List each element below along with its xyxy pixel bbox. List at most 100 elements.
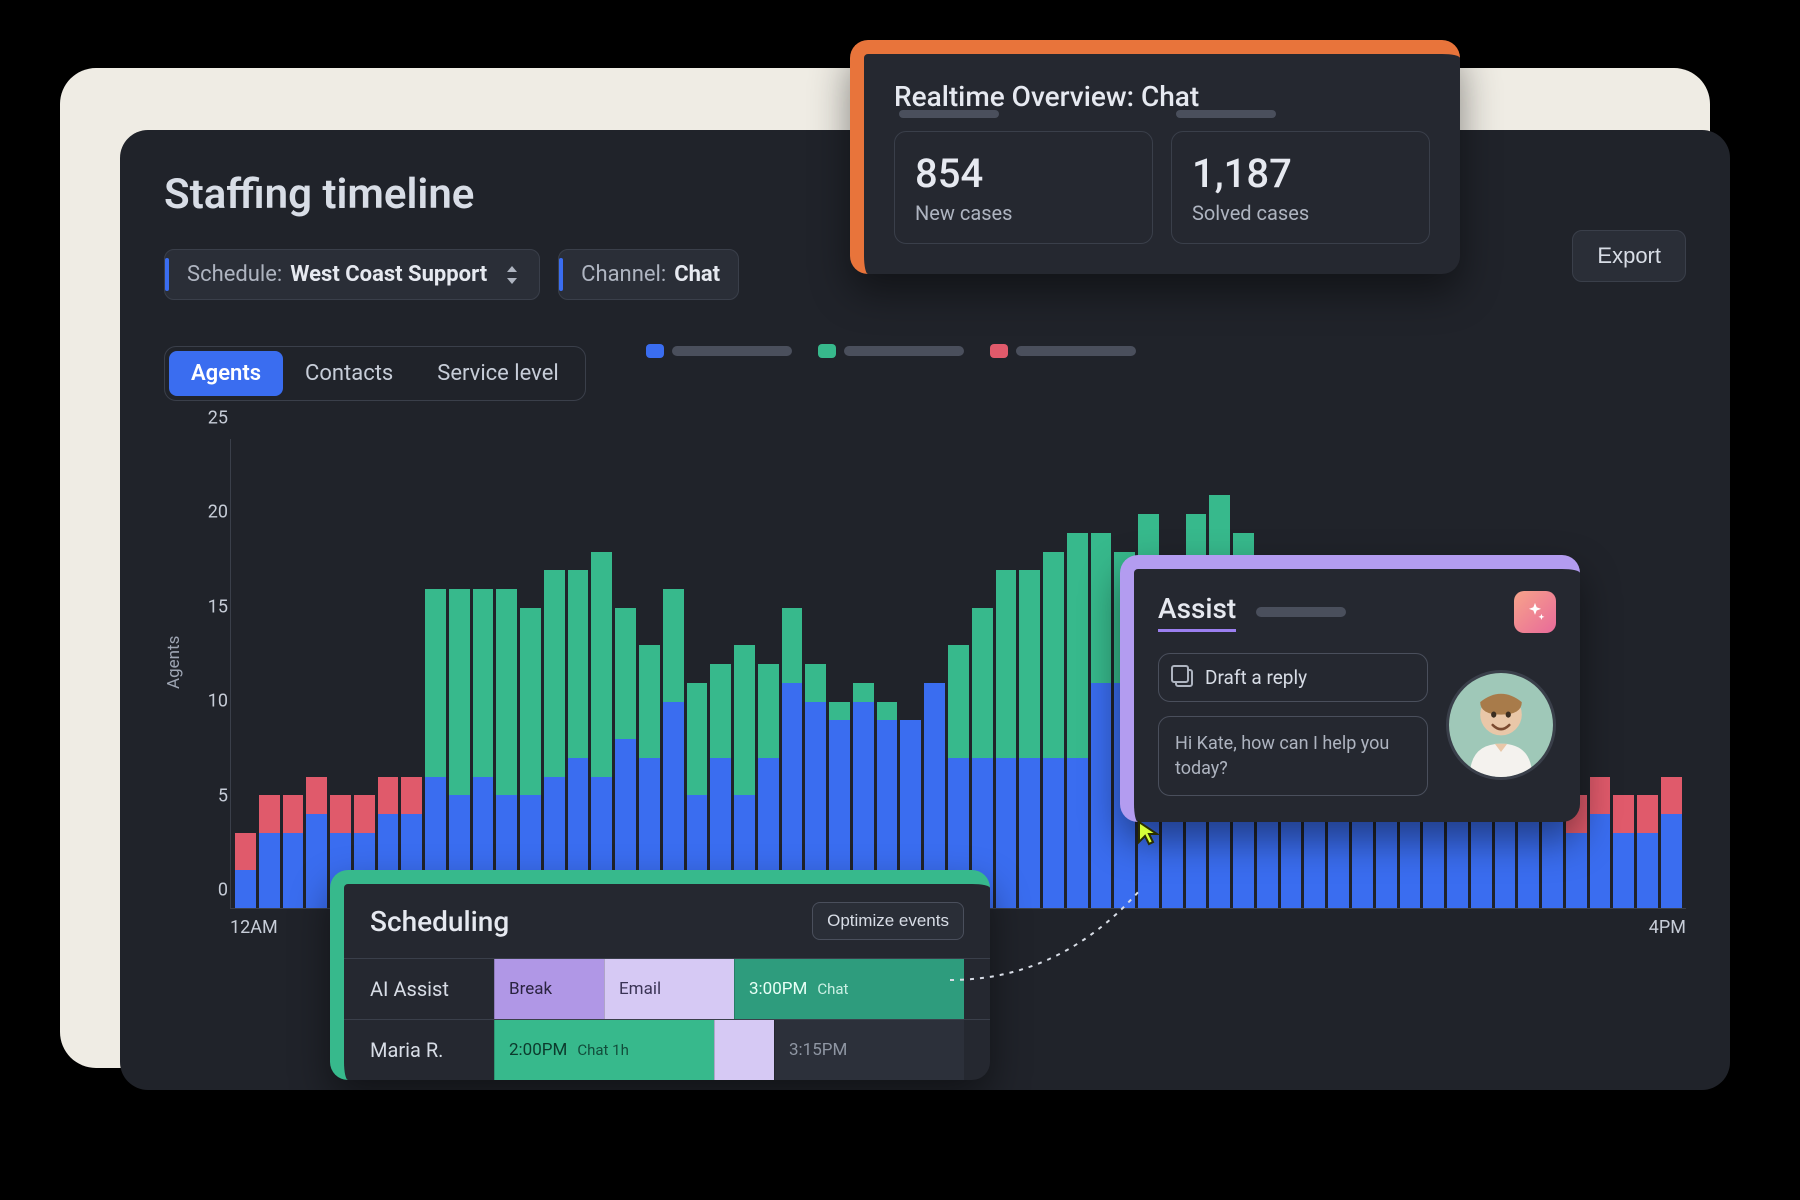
bar-segment-blue: [1590, 814, 1611, 908]
bar-segment-red: [401, 777, 422, 815]
agent-name: AI Assist: [344, 959, 494, 1019]
skeleton-bar: [1176, 110, 1276, 118]
y-tick: 0: [218, 880, 228, 901]
y-tick: 5: [218, 785, 228, 806]
bar-segment-green: [687, 683, 708, 796]
bar-segment-red: [378, 777, 399, 815]
bar-segment-green: [663, 589, 684, 702]
bar-column: [877, 439, 898, 908]
bar-column: [354, 439, 375, 908]
bar-segment-red: [235, 833, 256, 871]
bar-segment-red: [306, 777, 327, 815]
x-tick: 4PM: [1649, 917, 1686, 938]
view-tabs: Agents Contacts Service level: [164, 346, 586, 401]
bar-segment-green: [1019, 570, 1040, 758]
schedule-filter-value: West Coast Support: [290, 262, 487, 287]
legend-swatch-blue: [646, 344, 664, 358]
assist-suggestion-box[interactable]: Hi Kate, how can I help you today?: [1158, 716, 1428, 796]
bar-column: [1661, 439, 1682, 908]
channel-filter-value: Chat: [674, 262, 720, 287]
bar-segment-red: [1590, 777, 1611, 815]
bar-segment-green: [639, 645, 660, 758]
bar-column: [425, 439, 446, 908]
schedule-blocks: BreakEmail3:00PMChat: [494, 959, 990, 1019]
bar-column: [496, 439, 517, 908]
legend-bar: [844, 346, 964, 356]
tab-service-level[interactable]: Service level: [415, 351, 580, 396]
bar-column: [449, 439, 470, 908]
bar-column: [401, 439, 422, 908]
bar-column: [473, 439, 494, 908]
bar-segment-red: [1661, 777, 1682, 815]
bar-column: [924, 439, 945, 908]
schedule-block[interactable]: 3:15PM: [774, 1020, 964, 1080]
stat-solved-cases[interactable]: 1,187 Solved cases: [1171, 131, 1430, 244]
bar-column: [948, 439, 969, 908]
bar-column: [544, 439, 565, 908]
bar-column: [734, 439, 755, 908]
bar-segment-green: [829, 702, 850, 721]
bar-segment-green: [734, 645, 755, 795]
sparkle-icon[interactable]: [1514, 591, 1556, 633]
schedule-block[interactable]: Email: [604, 959, 734, 1019]
cursor-icon: [1135, 818, 1163, 846]
bar-column: [829, 439, 850, 908]
bar-column: [378, 439, 399, 908]
x-tick: 12AM: [230, 917, 278, 938]
bar-column: [568, 439, 589, 908]
optimize-events-button[interactable]: Optimize events: [812, 902, 964, 940]
channel-filter-label: Channel:: [581, 262, 666, 287]
bar-column: [900, 439, 921, 908]
bar-segment-green: [1067, 533, 1088, 758]
stat-label: New cases: [915, 201, 1132, 225]
schedule-filter-dropdown[interactable]: Schedule: West Coast Support: [164, 249, 540, 300]
y-tick: 20: [208, 502, 228, 523]
legend-swatch-red: [990, 344, 1008, 358]
bar-segment-blue: [259, 833, 280, 908]
channel-filter-dropdown[interactable]: Channel: Chat: [558, 249, 739, 300]
bar-column: [687, 439, 708, 908]
bar-column: [306, 439, 327, 908]
bar-segment-green: [1043, 552, 1064, 758]
bar-column: [259, 439, 280, 908]
schedule-block[interactable]: [714, 1020, 774, 1080]
agent-avatar[interactable]: [1446, 670, 1556, 780]
bar-segment-red: [1637, 795, 1658, 833]
bar-column: [996, 439, 1017, 908]
tab-agents[interactable]: Agents: [169, 351, 283, 396]
bar-column: [710, 439, 731, 908]
realtime-title: Realtime Overview: Chat: [894, 80, 1430, 113]
bar-column: [1590, 439, 1611, 908]
export-button[interactable]: Export: [1572, 230, 1686, 282]
chevron-updown-icon: [503, 264, 521, 286]
scheduling-card: Scheduling Optimize events AI AssistBrea…: [330, 870, 990, 1080]
assist-card: Assist Draft a reply Hi Kate, how can I …: [1120, 555, 1580, 822]
schedule-filter-label: Schedule:: [187, 262, 282, 287]
bar-segment-blue: [1067, 758, 1088, 908]
bar-column: [639, 439, 660, 908]
y-tick: 25: [208, 408, 228, 429]
bar-segment-blue: [1518, 814, 1539, 908]
schedule-block[interactable]: 3:00PMChat: [734, 959, 964, 1019]
schedule-block[interactable]: 2:00PMChat 1h: [494, 1020, 714, 1080]
accent-bar: [165, 258, 169, 291]
tab-contacts[interactable]: Contacts: [283, 351, 415, 396]
bar-column: [758, 439, 779, 908]
schedule-block[interactable]: Break: [494, 959, 604, 1019]
bar-segment-red: [1613, 795, 1634, 833]
skeleton-bar: [1256, 607, 1346, 617]
bar-segment-blue: [1091, 683, 1112, 908]
stat-new-cases[interactable]: 854 New cases: [894, 131, 1153, 244]
bar-segment-green: [1091, 533, 1112, 683]
bar-column: [853, 439, 874, 908]
accent-bar: [559, 258, 563, 291]
schedule-blocks: 2:00PMChat 1h 3:15PM: [494, 1020, 990, 1080]
bar-column: [330, 439, 351, 908]
schedule-block-sub: Chat 1h: [577, 1041, 629, 1059]
bar-segment-green: [520, 608, 541, 796]
bar-column: [615, 439, 636, 908]
bar-segment-green: [473, 589, 494, 777]
document-icon: [1175, 669, 1193, 687]
bar-segment-blue: [1566, 833, 1587, 908]
draft-reply-button[interactable]: Draft a reply: [1158, 653, 1428, 702]
